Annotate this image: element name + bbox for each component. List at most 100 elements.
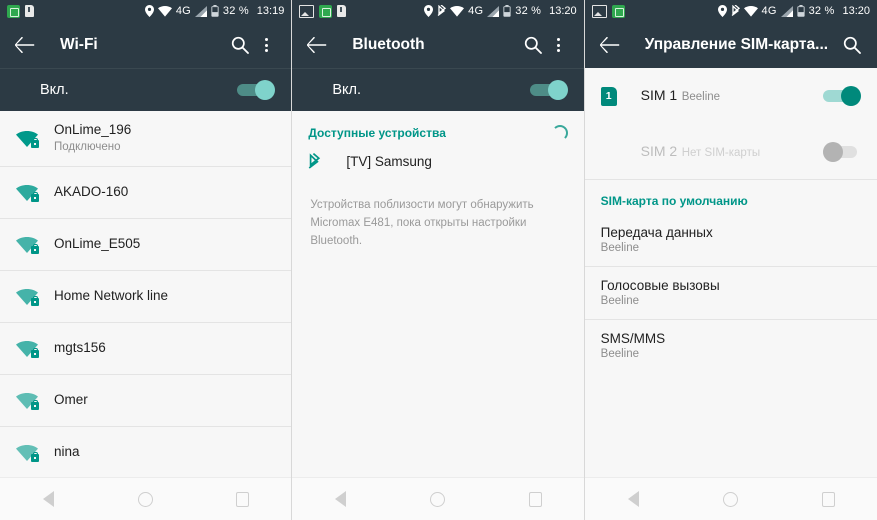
wifi-icon <box>450 5 465 17</box>
battery-percent-label: 32 % <box>222 4 249 17</box>
option-label: Передача данных <box>600 225 713 240</box>
page-title: Wi-Fi <box>60 36 98 53</box>
navigation-bar <box>292 477 584 520</box>
wifi-master-toggle-row[interactable]: Вкл. <box>0 68 292 111</box>
default-sim-header: SIM-карта по умолчанию <box>585 180 877 214</box>
list-item[interactable]: mgts156 <box>0 323 292 375</box>
clock-label: 13:19 <box>256 4 285 17</box>
search-icon[interactable] <box>227 32 253 58</box>
clock-label: 13:20 <box>842 4 870 17</box>
bluetooth-master-toggle-row[interactable]: Вкл. <box>292 68 584 111</box>
signal-icon <box>487 5 500 17</box>
status-bar: 4G 32 % 13:20 <box>584 0 877 22</box>
image-icon <box>591 4 607 18</box>
home-nav-icon[interactable] <box>131 486 161 512</box>
back-nav-icon[interactable] <box>34 486 64 512</box>
status-bar-right-icons: 4G 32 % 13:20 <box>424 3 577 18</box>
option-value: Beeline <box>600 242 640 254</box>
signal-icon <box>780 5 793 17</box>
network-name: Omer <box>54 392 88 408</box>
network-name: OnLime_196 <box>54 122 132 138</box>
list-item[interactable]: OnLime_E505 <box>0 219 292 271</box>
list-item[interactable]: Голосовые вызовы Beeline <box>584 267 877 320</box>
screenshot-triptych: 4G 32 % 13:19 Wi-Fi Вкл. OnLime_196 Подк… <box>0 0 877 520</box>
list-item[interactable]: [TV] Samsung <box>292 147 583 185</box>
back-arrow-icon[interactable] <box>12 32 38 58</box>
status-bar-left-icons <box>591 4 625 18</box>
wifi-signal-icon <box>16 236 54 254</box>
battery-icon <box>211 5 219 17</box>
back-arrow-icon[interactable] <box>304 32 330 58</box>
screen-bluetooth: 4G 32 % 13:20 Bluetooth Вкл. Доступные у… <box>291 0 584 520</box>
list-item[interactable]: Home Network line <box>0 271 292 323</box>
available-devices-header: Доступные устройства <box>292 111 583 147</box>
wifi-signal-icon <box>16 130 54 148</box>
bluetooth-device-list[interactable]: Доступные устройства [TV] Samsung Устрой… <box>292 111 584 477</box>
option-value: Beeline <box>600 348 640 360</box>
wifi-signal-icon <box>16 184 54 202</box>
list-item[interactable]: AKADO-160 <box>0 167 292 219</box>
sim1-toggle-switch[interactable] <box>822 86 861 106</box>
network-name: Home Network line <box>54 288 169 304</box>
battery-icon <box>503 5 511 17</box>
screen-wifi: 4G 32 % 13:19 Wi-Fi Вкл. OnLime_196 Подк… <box>0 0 292 520</box>
wifi-network-list[interactable]: OnLime_196 Подключено AKADO-160 OnLime_E… <box>0 111 292 477</box>
bluetooth-icon <box>437 3 447 18</box>
recents-nav-icon[interactable] <box>520 486 550 512</box>
network-type-label: 4G <box>175 4 191 17</box>
network-name: mgts156 <box>54 340 106 356</box>
list-item[interactable]: SMS/MMS Beeline <box>585 320 877 372</box>
sim-carrier: Beeline <box>681 91 721 103</box>
wifi-signal-icon <box>16 340 54 358</box>
section-title: Доступные устройства <box>308 126 446 140</box>
recents-nav-icon[interactable] <box>813 486 843 512</box>
bluetooth-toggle-switch[interactable] <box>529 80 568 100</box>
list-item[interactable]: OnLime_196 Подключено <box>0 111 292 167</box>
option-value: Beeline <box>600 295 640 307</box>
sim-icon <box>337 5 347 17</box>
app-bar-wifi: Wi-Fi <box>0 22 292 68</box>
wifi-signal-icon <box>16 392 54 410</box>
app-bar-bluetooth: Bluetooth <box>292 22 584 68</box>
overflow-menu-icon[interactable] <box>546 32 572 58</box>
home-nav-icon[interactable] <box>423 486 453 512</box>
navigation-bar <box>0 477 292 520</box>
bluetooth-icon <box>731 3 740 18</box>
list-item[interactable]: nina <box>0 427 292 477</box>
network-type-label: 4G <box>761 4 777 17</box>
default-sim-options[interactable]: Передача данных Beeline Голосовые вызовы… <box>584 214 877 372</box>
status-bar: 4G 32 % 13:19 <box>0 0 292 22</box>
app-notification-icon <box>611 4 625 18</box>
list-item[interactable]: Передача данных Beeline <box>584 214 877 267</box>
battery-icon <box>796 5 805 17</box>
page-title: Управление SIM-карта... <box>644 36 829 53</box>
battery-percent-label: 32 % <box>515 4 542 17</box>
sim-slot-number: 1 <box>600 86 617 106</box>
search-icon[interactable] <box>520 32 546 58</box>
network-name: AKADO-160 <box>54 184 129 200</box>
wifi-icon <box>743 5 758 17</box>
location-icon <box>144 5 154 17</box>
overflow-menu-icon[interactable] <box>253 32 279 58</box>
option-label: Голосовые вызовы <box>600 278 720 293</box>
network-status: Подключено <box>54 140 121 153</box>
list-item[interactable]: Omer <box>0 375 292 427</box>
page-title: Bluetooth <box>352 36 425 53</box>
wifi-toggle-switch[interactable] <box>237 80 276 100</box>
search-icon[interactable] <box>839 32 865 58</box>
battery-percent-label: 32 % <box>808 4 835 17</box>
home-nav-icon[interactable] <box>716 486 746 512</box>
back-arrow-icon[interactable] <box>597 32 623 58</box>
recents-nav-icon[interactable] <box>228 486 258 512</box>
sim-slot-row[interactable]: 1 SIM 1 Beeline <box>585 68 877 124</box>
bluetooth-device-icon <box>308 153 346 171</box>
back-nav-icon[interactable] <box>326 486 356 512</box>
status-bar: 4G 32 % 13:20 <box>292 0 584 22</box>
back-nav-icon[interactable] <box>618 486 648 512</box>
sim-settings-list[interactable]: 1 SIM 1 Beeline SIM 2 Нет SIM-карты SIM-… <box>584 68 877 477</box>
wifi-icon <box>157 5 172 17</box>
scanning-spinner-icon <box>551 125 568 141</box>
location-icon <box>717 5 727 17</box>
wifi-toggle-label: Вкл. <box>40 82 69 98</box>
app-notification-icon <box>319 4 333 18</box>
